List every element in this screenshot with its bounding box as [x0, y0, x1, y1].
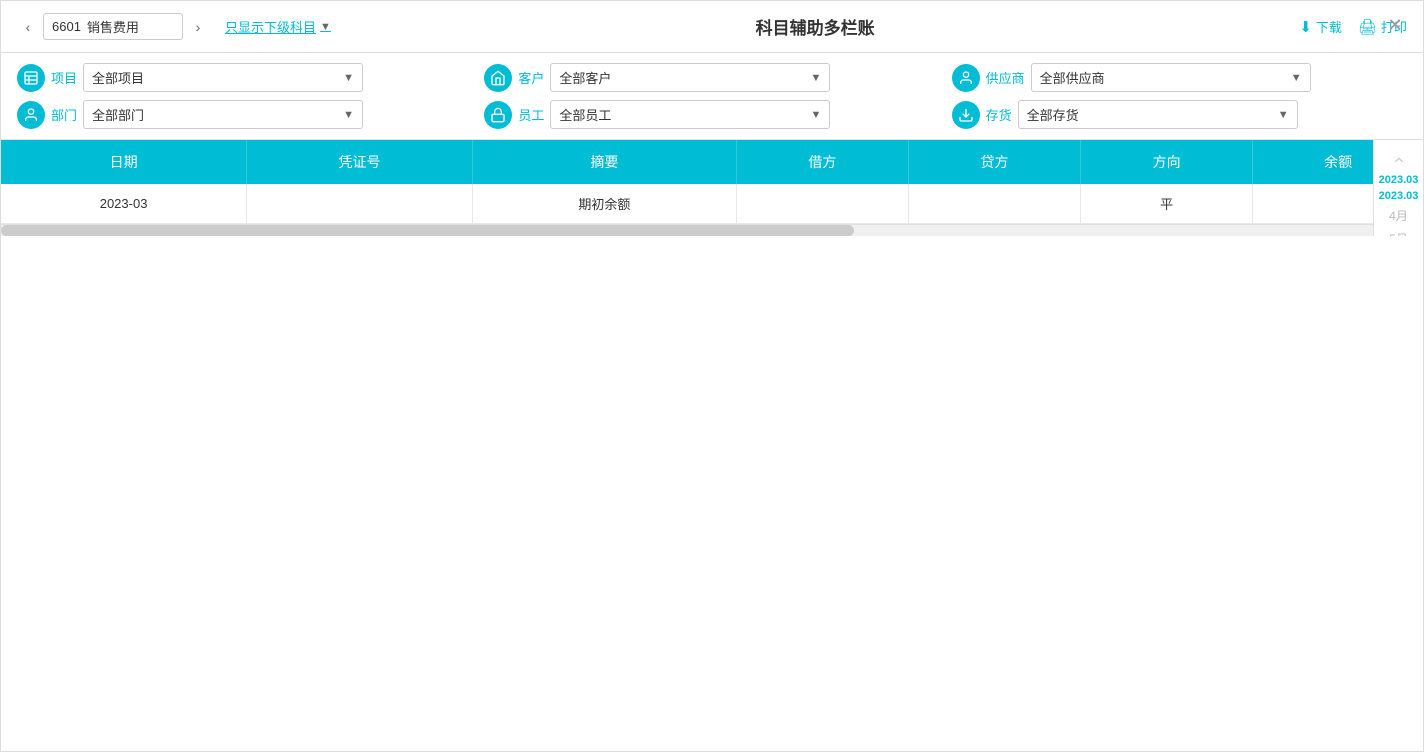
filter-project: 项目 全部项目 ▼	[17, 63, 472, 92]
account-name: 销售费用	[87, 17, 139, 36]
inventory-chevron-icon: ▼	[1278, 109, 1289, 121]
cell-summary: 期初余额	[472, 184, 736, 224]
content-wrapper: 日期 凭证号 摘要 借方 贷方 方向 余额 2023-03	[1, 140, 1423, 236]
employee-value: 全部员工	[559, 105, 611, 124]
scrollbar-track	[1, 225, 1423, 236]
project-label: 项目	[51, 68, 77, 87]
cell-debit	[736, 184, 908, 224]
project-select[interactable]: 全部项目 ▼	[83, 63, 363, 92]
scrollbar-thumb[interactable]	[1, 225, 854, 236]
customer-value: 全部客户	[559, 68, 611, 87]
account-code-box: 6601 销售费用	[43, 13, 183, 40]
close-button[interactable]: ✕	[1383, 13, 1407, 37]
col-voucher: 凭证号	[247, 140, 473, 184]
bottom-scrollbar[interactable]	[1, 224, 1423, 236]
table-header-row: 日期 凭证号 摘要 借方 贷方 方向 余额	[1, 140, 1423, 184]
inventory-label: 存货	[986, 105, 1012, 124]
table-container: 日期 凭证号 摘要 借方 贷方 方向 余额 2023-03	[1, 140, 1423, 224]
department-label: 部门	[51, 105, 77, 124]
project-chevron-icon: ▼	[343, 72, 354, 84]
cell-credit	[908, 184, 1080, 224]
customer-chevron-icon: ▼	[810, 72, 821, 84]
supplier-label: 供应商	[986, 68, 1025, 87]
col-credit: 贷方	[908, 140, 1080, 184]
data-table: 日期 凭证号 摘要 借方 贷方 方向 余额 2023-03	[1, 140, 1423, 224]
employee-chevron-icon: ▼	[810, 109, 821, 121]
project-value: 全部项目	[92, 68, 144, 87]
department-value: 全部部门	[92, 105, 144, 124]
department-select[interactable]: 全部部门 ▼	[83, 100, 363, 129]
sidebar-current-month-2[interactable]: 2023.03	[1377, 188, 1421, 204]
main-window: ✕ ‹ 6601 销售费用 › 只显示下级科目 ▼ 科目辅助多栏账 ⬇ 下载 🖨…	[0, 0, 1424, 752]
cell-date: 2023-03	[1, 184, 247, 224]
filter-customer: 客户 全部客户 ▼	[484, 63, 939, 92]
chevron-down-icon: ▼	[320, 21, 331, 33]
inventory-select[interactable]: 全部存货 ▼	[1018, 100, 1298, 129]
supplier-icon	[952, 64, 980, 92]
customer-icon	[484, 64, 512, 92]
employee-select[interactable]: 全部员工 ▼	[550, 100, 830, 129]
filter-department: 部门 全部部门 ▼	[17, 100, 472, 129]
filter-area: 项目 全部项目 ▼ 客户 全部客户 ▼	[1, 53, 1423, 140]
department-chevron-icon: ▼	[343, 109, 354, 121]
col-summary: 摘要	[472, 140, 736, 184]
filter-row-2: 部门 全部部门 ▼ 员工 全部员工 ▼	[17, 100, 1407, 129]
cell-direction: 平	[1081, 184, 1253, 224]
customer-select[interactable]: 全部客户 ▼	[550, 63, 830, 92]
filter-row-1: 项目 全部项目 ▼ 客户 全部客户 ▼	[17, 63, 1407, 92]
supplier-value: 全部供应商	[1040, 68, 1105, 87]
sidebar-up-button[interactable]	[1374, 148, 1423, 172]
inventory-icon	[952, 101, 980, 129]
right-sidebar: 2023.03 2023.03 4月 5月 6月 7月 8月 9月 10月 11…	[1373, 140, 1423, 236]
filter-employee: 员工 全部员工 ▼	[484, 100, 939, 129]
filter-inventory: 存货 全部存货 ▼	[952, 100, 1407, 129]
project-icon	[17, 64, 45, 92]
supplier-select[interactable]: 全部供应商 ▼	[1031, 63, 1311, 92]
download-icon: ⬇	[1299, 18, 1312, 36]
department-icon	[17, 101, 45, 129]
inventory-value: 全部存货	[1027, 105, 1079, 124]
supplier-chevron-icon: ▼	[1291, 72, 1302, 84]
customer-label: 客户	[518, 68, 544, 87]
sidebar-current-month-1[interactable]: 2023.03	[1377, 172, 1421, 188]
show-sub-dropdown[interactable]: 只显示下级科目 ▼	[225, 17, 331, 36]
sidebar-month-5[interactable]: 5月	[1387, 227, 1410, 236]
table-row: 2023-03 期初余额 平	[1, 184, 1423, 224]
top-bar: ‹ 6601 销售费用 › 只显示下级科目 ▼ 科目辅助多栏账 ⬇ 下载 🖨 打…	[1, 1, 1423, 53]
col-date: 日期	[1, 140, 247, 184]
nav-prev-button[interactable]: ‹	[17, 16, 39, 38]
col-debit: 借方	[736, 140, 908, 184]
print-icon: 🖨	[1358, 18, 1377, 36]
account-code: 6601	[52, 19, 81, 34]
employee-icon	[484, 101, 512, 129]
download-label: 下载	[1316, 17, 1342, 36]
col-direction: 方向	[1081, 140, 1253, 184]
employee-label: 员工	[518, 105, 544, 124]
sidebar-month-4[interactable]: 4月	[1387, 204, 1410, 227]
download-button[interactable]: ⬇ 下载	[1299, 17, 1342, 36]
cell-voucher	[247, 184, 473, 224]
table-area: 日期 凭证号 摘要 借方 贷方 方向 余额 2023-03	[1, 140, 1423, 236]
show-sub-label: 只显示下级科目	[225, 17, 316, 36]
page-title: 科目辅助多栏账	[331, 14, 1299, 39]
nav-next-button[interactable]: ›	[187, 16, 209, 38]
filter-supplier: 供应商 全部供应商 ▼	[952, 63, 1407, 92]
